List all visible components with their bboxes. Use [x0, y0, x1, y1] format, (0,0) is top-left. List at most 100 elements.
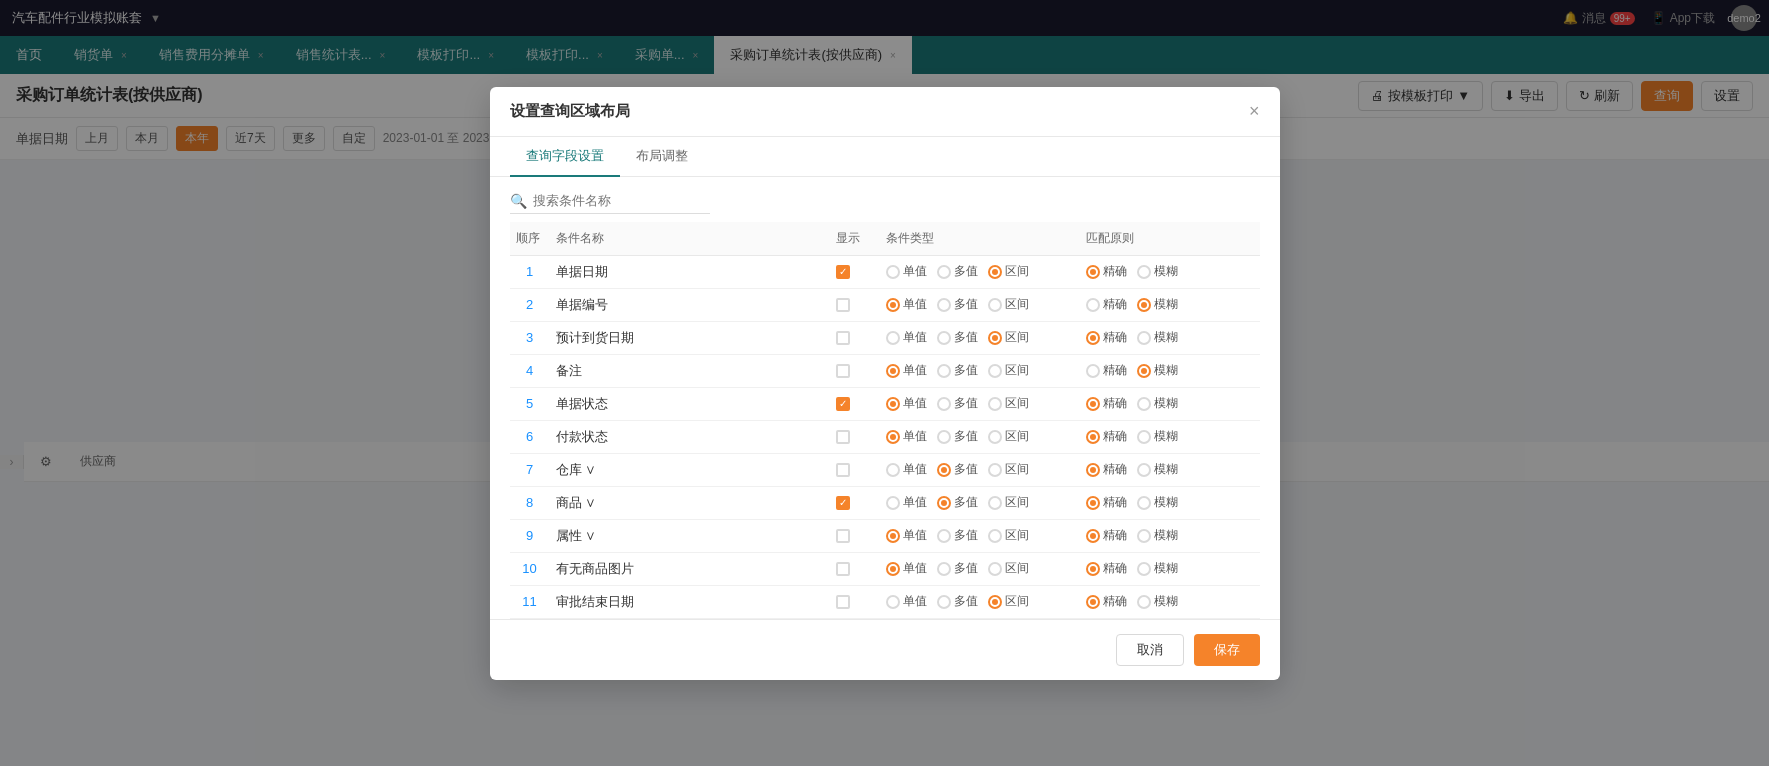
- radio-match-模糊[interactable]: 模糊: [1137, 296, 1178, 313]
- radio-match-精确[interactable]: 精确: [1086, 593, 1127, 610]
- radio-type-区间[interactable]: 区间: [988, 428, 1029, 445]
- radio-match-模糊[interactable]: 模糊: [1137, 329, 1178, 346]
- radio-type-单值[interactable]: 单值: [886, 395, 927, 412]
- display-checkbox[interactable]: [836, 331, 850, 345]
- display-checkbox[interactable]: [836, 463, 850, 477]
- cell-display[interactable]: [830, 552, 880, 585]
- radio-circle: [988, 331, 1002, 345]
- display-checkbox[interactable]: [836, 595, 850, 609]
- radio-match-精确[interactable]: 精确: [1086, 494, 1127, 511]
- radio-type-单值[interactable]: 单值: [886, 593, 927, 610]
- cell-display[interactable]: [830, 321, 880, 354]
- display-checkbox[interactable]: [836, 265, 850, 279]
- radio-type-区间[interactable]: 区间: [988, 461, 1029, 478]
- display-checkbox[interactable]: [836, 298, 850, 312]
- table-row: 5单据状态单值多值区间精确模糊: [510, 387, 1260, 420]
- display-checkbox[interactable]: [836, 496, 850, 510]
- radio-type-区间[interactable]: 区间: [988, 329, 1029, 346]
- cell-display[interactable]: [830, 387, 880, 420]
- radio-match-模糊[interactable]: 模糊: [1137, 263, 1178, 280]
- radio-type-多值[interactable]: 多值: [937, 494, 978, 511]
- radio-match-精确[interactable]: 精确: [1086, 428, 1127, 445]
- radio-type-单值[interactable]: 单值: [886, 560, 927, 577]
- cell-display[interactable]: [830, 486, 880, 519]
- search-input[interactable]: [533, 193, 693, 208]
- radio-match-模糊[interactable]: 模糊: [1137, 362, 1178, 379]
- cell-display[interactable]: [830, 420, 880, 453]
- table-row: 4备注单值多值区间精确模糊: [510, 354, 1260, 387]
- radio-match-精确[interactable]: 精确: [1086, 395, 1127, 412]
- tab-query-fields[interactable]: 查询字段设置: [510, 137, 620, 177]
- radio-circle: [937, 298, 951, 312]
- tab-layout[interactable]: 布局调整: [620, 137, 704, 177]
- radio-type-区间[interactable]: 区间: [988, 395, 1029, 412]
- radio-circle: [988, 265, 1002, 279]
- radio-type-多值[interactable]: 多值: [937, 296, 978, 313]
- radio-type-多值[interactable]: 多值: [937, 593, 978, 610]
- display-checkbox[interactable]: [836, 397, 850, 411]
- radio-type-单值[interactable]: 单值: [886, 527, 927, 544]
- radio-match-精确[interactable]: 精确: [1086, 560, 1127, 577]
- save-button[interactable]: 保存: [1194, 634, 1260, 666]
- radio-type-区间[interactable]: 区间: [988, 593, 1029, 610]
- table-row: 3预计到货日期单值多值区间精确模糊: [510, 321, 1260, 354]
- radio-type-多值[interactable]: 多值: [937, 527, 978, 544]
- cell-name: 审批结束日期: [550, 585, 830, 618]
- radio-type-区间[interactable]: 区间: [988, 560, 1029, 577]
- display-checkbox[interactable]: [836, 529, 850, 543]
- radio-match-模糊[interactable]: 模糊: [1137, 560, 1178, 577]
- search-wrap: 🔍: [510, 189, 710, 214]
- cell-display[interactable]: [830, 288, 880, 321]
- radio-match-模糊[interactable]: 模糊: [1137, 527, 1178, 544]
- radio-type-区间[interactable]: 区间: [988, 527, 1029, 544]
- radio-match-模糊[interactable]: 模糊: [1137, 593, 1178, 610]
- radio-type-单值[interactable]: 单值: [886, 461, 927, 478]
- radio-match-精确[interactable]: 精确: [1086, 329, 1127, 346]
- radio-type-区间[interactable]: 区间: [988, 362, 1029, 379]
- radio-type-单值[interactable]: 单值: [886, 263, 927, 280]
- radio-circle: [1086, 463, 1100, 477]
- radio-type-区间[interactable]: 区间: [988, 494, 1029, 511]
- radio-type-多值[interactable]: 多值: [937, 362, 978, 379]
- display-checkbox[interactable]: [836, 430, 850, 444]
- radio-type-多值[interactable]: 多值: [937, 263, 978, 280]
- radio-type-多值[interactable]: 多值: [937, 461, 978, 478]
- radio-type-区间[interactable]: 区间: [988, 263, 1029, 280]
- cell-display[interactable]: [830, 519, 880, 552]
- cell-display[interactable]: [830, 453, 880, 486]
- display-checkbox[interactable]: [836, 364, 850, 378]
- radio-type-多值[interactable]: 多值: [937, 560, 978, 577]
- radio-type-多值[interactable]: 多值: [937, 395, 978, 412]
- radio-type-区间[interactable]: 区间: [988, 296, 1029, 313]
- radio-type-多值[interactable]: 多值: [937, 329, 978, 346]
- radio-match-精确[interactable]: 精确: [1086, 296, 1127, 313]
- cell-display[interactable]: [830, 585, 880, 618]
- radio-match-模糊[interactable]: 模糊: [1137, 461, 1178, 478]
- radio-circle: [1086, 364, 1100, 378]
- radio-match-模糊[interactable]: 模糊: [1137, 428, 1178, 445]
- radio-type-单值[interactable]: 单值: [886, 329, 927, 346]
- radio-match-精确[interactable]: 精确: [1086, 461, 1127, 478]
- radio-match-模糊[interactable]: 模糊: [1137, 494, 1178, 511]
- radio-match-精确[interactable]: 精确: [1086, 263, 1127, 280]
- display-checkbox[interactable]: [836, 562, 850, 576]
- radio-circle: [1137, 430, 1151, 444]
- radio-type-单值[interactable]: 单值: [886, 494, 927, 511]
- radio-type-单值[interactable]: 单值: [886, 296, 927, 313]
- radio-match-模糊[interactable]: 模糊: [1137, 395, 1178, 412]
- radio-type-多值[interactable]: 多值: [937, 428, 978, 445]
- dialog-close-button[interactable]: ×: [1249, 101, 1260, 122]
- radio-circle: [988, 562, 1002, 576]
- cell-display[interactable]: [830, 255, 880, 288]
- radio-circle: [886, 430, 900, 444]
- radio-circle: [1086, 331, 1100, 345]
- cell-display[interactable]: [830, 354, 880, 387]
- radio-match-精确[interactable]: 精确: [1086, 527, 1127, 544]
- radio-circle: [988, 463, 1002, 477]
- radio-type-单值[interactable]: 单值: [886, 362, 927, 379]
- radio-type-单值[interactable]: 单值: [886, 428, 927, 445]
- radio-match-精确[interactable]: 精确: [1086, 362, 1127, 379]
- cancel-button[interactable]: 取消: [1116, 634, 1184, 666]
- dialog-header: 设置查询区域布局 ×: [490, 87, 1280, 137]
- radio-circle: [886, 298, 900, 312]
